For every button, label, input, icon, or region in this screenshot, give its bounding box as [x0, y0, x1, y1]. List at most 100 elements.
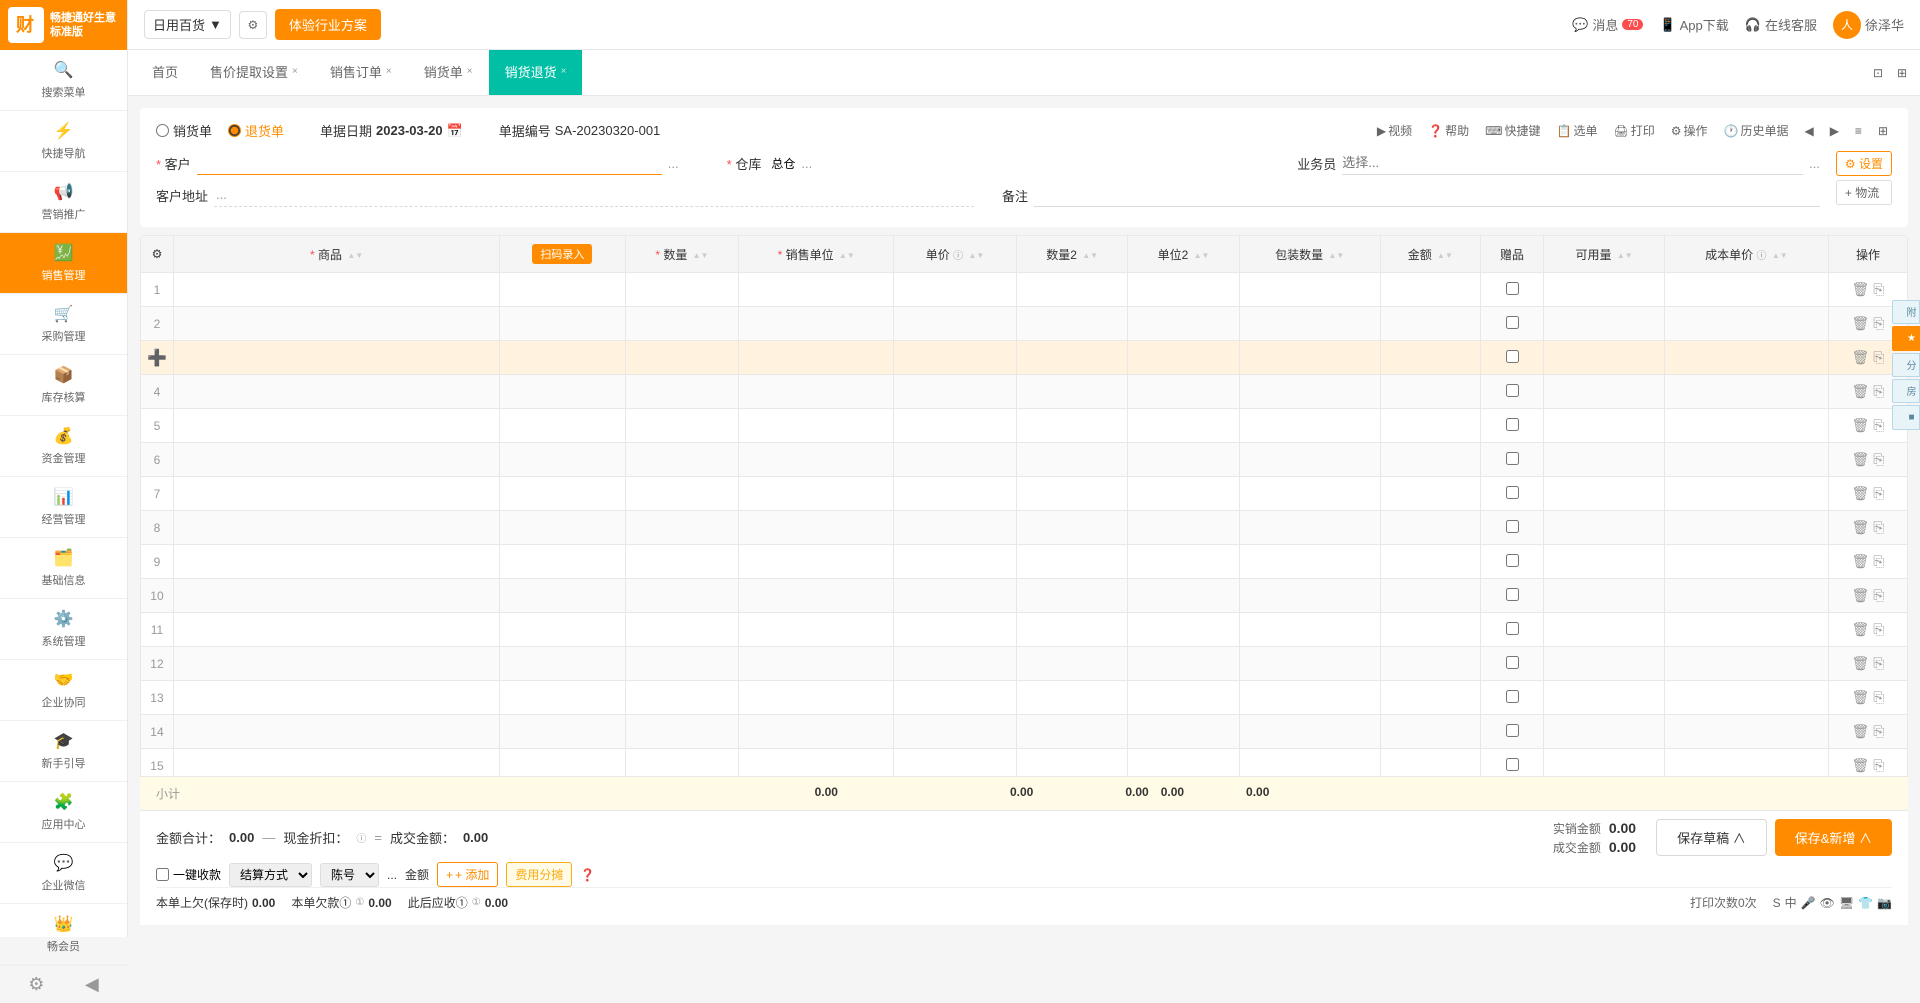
row-copy-5[interactable]: ⎘	[1873, 417, 1884, 434]
tab-grid-button[interactable]: ⊞	[1892, 63, 1912, 83]
quick-star-btn[interactable]: ★	[1892, 326, 1920, 351]
row-gift-10[interactable]	[1480, 579, 1544, 613]
sidebar-item-basic[interactable]: 🗂️ 基础信息	[0, 538, 127, 599]
row-copy-3[interactable]: ⎘	[1873, 349, 1884, 366]
tab-sales-bill[interactable]: 销货单 ×	[408, 50, 489, 95]
sort-price-icon[interactable]: ▲▼	[968, 251, 984, 260]
quick-room-btn[interactable]: 房	[1892, 379, 1920, 403]
sidebar-item-operations[interactable]: 📊 经营管理	[0, 477, 127, 538]
gift-check-8[interactable]	[1506, 520, 1519, 533]
settings-gear-icon[interactable]: ⚙	[28, 974, 44, 995]
quick-attach-btn[interactable]: 附	[1892, 300, 1920, 324]
print-btn[interactable]: 🖨 打印	[1609, 120, 1658, 141]
sort-avail-icon[interactable]: ▲▼	[1617, 251, 1633, 260]
top-gear-button[interactable]: ⚙	[239, 11, 267, 39]
sort-cost-icon[interactable]: ▲▼	[1772, 251, 1788, 260]
row-delete-2[interactable]: 🗑	[1851, 315, 1869, 332]
gift-check-5[interactable]	[1506, 418, 1519, 431]
tool-icon-5[interactable]: 🖥	[1839, 896, 1854, 910]
sidebar-item-system[interactable]: ⚙️ 系统管理	[0, 599, 127, 660]
tab-close-sales-order[interactable]: ×	[386, 66, 392, 77]
tool-icon-1[interactable]: S	[1773, 896, 1781, 910]
row-delete-10[interactable]: 🗑	[1851, 587, 1869, 604]
nav-next-btn[interactable]: ▶	[1826, 122, 1843, 140]
notes-input[interactable]	[1034, 183, 1820, 207]
row-delete-3[interactable]: 🗑	[1851, 349, 1869, 366]
grid-view-btn[interactable]: ⊞	[1874, 122, 1892, 140]
row-product-12[interactable]	[173, 647, 499, 681]
tool-icon-7[interactable]: 📷	[1877, 896, 1892, 910]
row-product-8[interactable]	[173, 511, 499, 545]
row-product-6[interactable]	[173, 443, 499, 477]
row-product-2[interactable]	[173, 307, 499, 341]
quick-screen-btn[interactable]: ■	[1892, 405, 1920, 430]
row-delete-11[interactable]: 🗑	[1851, 621, 1869, 638]
tab-restore-button[interactable]: ⊡	[1868, 63, 1888, 83]
row-product-5[interactable]	[173, 409, 499, 443]
row-product-11[interactable]	[173, 613, 499, 647]
row-copy-9[interactable]: ⎘	[1873, 553, 1884, 570]
select-btn[interactable]: 📋 选单	[1552, 120, 1601, 141]
sort-unit-icon[interactable]: ▲▼	[839, 251, 855, 260]
row-gift-3[interactable]	[1480, 341, 1544, 375]
row-copy-4[interactable]: ⎘	[1873, 383, 1884, 400]
add-row-button[interactable]: ➕	[147, 350, 167, 367]
gift-check-14[interactable]	[1506, 724, 1519, 737]
nav-prev-btn[interactable]: ◀	[1800, 122, 1817, 140]
calc-method-select[interactable]: 结算方式	[229, 863, 312, 887]
row-product-13[interactable]	[173, 681, 499, 715]
logistics-button[interactable]: + 物流	[1836, 180, 1892, 205]
row-product-10[interactable]	[173, 579, 499, 613]
gift-check-1[interactable]	[1506, 282, 1519, 295]
customer-ellipsis[interactable]: ...	[668, 156, 679, 171]
row-gift-8[interactable]	[1480, 511, 1544, 545]
row-product-7[interactable]	[173, 477, 499, 511]
address-input[interactable]: ...	[214, 183, 974, 207]
row-copy-12[interactable]: ⎘	[1873, 655, 1884, 672]
th-gear[interactable]: ⚙	[141, 236, 174, 273]
sidebar-item-member[interactable]: 👑 畅会员	[0, 904, 127, 965]
row-gift-4[interactable]	[1480, 375, 1544, 409]
message-button[interactable]: 💬 消息 70	[1572, 15, 1643, 34]
row-gift-15[interactable]	[1480, 749, 1544, 777]
gift-check-11[interactable]	[1506, 622, 1519, 635]
row-copy-13[interactable]: ⎘	[1873, 689, 1884, 706]
save-draft-button[interactable]: 保存草稿 ∧	[1656, 819, 1767, 856]
row-product-9[interactable]	[173, 545, 499, 579]
row-copy-11[interactable]: ⎘	[1873, 621, 1884, 638]
row-copy-7[interactable]: ⎘	[1873, 485, 1884, 502]
product-input-3[interactable]	[180, 350, 493, 365]
gift-check-12[interactable]	[1506, 656, 1519, 669]
row-product-14[interactable]	[173, 715, 499, 749]
row-product-3[interactable]	[173, 341, 499, 375]
list-view-btn[interactable]: ≡	[1851, 122, 1866, 140]
row-gift-12[interactable]	[1480, 647, 1544, 681]
tab-close-sales-bill[interactable]: ×	[467, 66, 473, 77]
video-btn[interactable]: ▶ 视频	[1373, 120, 1416, 141]
row-gift-2[interactable]	[1480, 307, 1544, 341]
gift-check-15[interactable]	[1506, 758, 1519, 771]
tab-sales-order[interactable]: 销售订单 ×	[314, 50, 408, 95]
salesperson-ellipsis[interactable]: ...	[1809, 156, 1820, 171]
sidebar-item-purchase[interactable]: 🛒 采购管理	[0, 294, 127, 355]
radio-return-bill[interactable]: 退货单	[228, 121, 284, 140]
row-delete-7[interactable]: 🗑	[1851, 485, 1869, 502]
row-gift-11[interactable]	[1480, 613, 1544, 647]
sort-pack-icon[interactable]: ▲▼	[1329, 251, 1345, 260]
row-copy-1[interactable]: ⎘	[1873, 281, 1884, 298]
row-delete-12[interactable]: 🗑	[1851, 655, 1869, 672]
tab-price-setup[interactable]: 售价提取设置 ×	[194, 50, 314, 95]
sort-amount-icon[interactable]: ▲▼	[1437, 251, 1453, 260]
sidebar-item-marketing[interactable]: 📢 营销推广	[0, 172, 127, 233]
product-table-wrap[interactable]: ⚙ * 商品 ▲▼ 扫码录入 * 数量 ▲▼	[140, 235, 1908, 776]
row-delete-14[interactable]: 🗑	[1851, 723, 1869, 740]
row-gift-5[interactable]	[1480, 409, 1544, 443]
row-product-4[interactable]	[173, 375, 499, 409]
row-delete-1[interactable]: 🗑	[1851, 281, 1869, 298]
row-delete-13[interactable]: 🗑	[1851, 689, 1869, 706]
sidebar-item-apps[interactable]: 🧩 应用中心	[0, 782, 127, 843]
tab-close-price-setup[interactable]: ×	[292, 66, 298, 77]
history-btn[interactable]: 🕐 历史单据	[1719, 120, 1792, 141]
tab-close-sales-return[interactable]: ×	[561, 66, 567, 77]
row-delete-6[interactable]: 🗑	[1851, 451, 1869, 468]
